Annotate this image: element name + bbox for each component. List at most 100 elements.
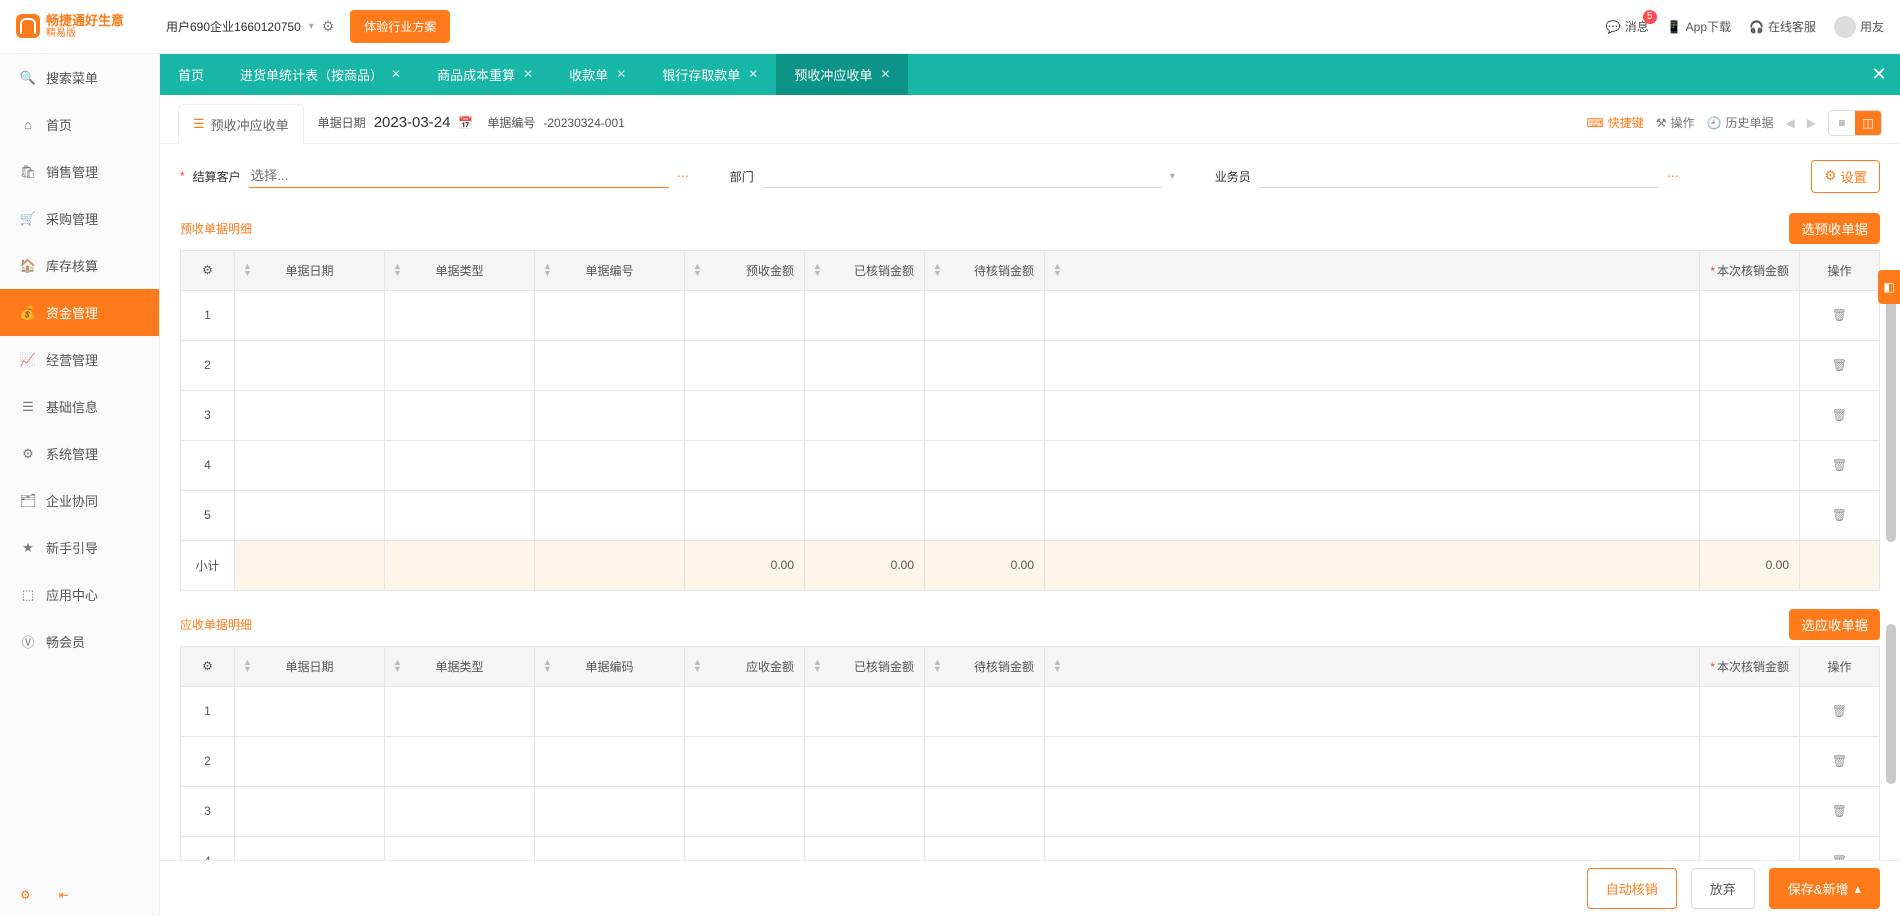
scrollbar-thumb[interactable] (1886, 624, 1896, 784)
table-row[interactable]: 3🗑 (181, 390, 1880, 440)
next-doc[interactable]: ▶ (1807, 116, 1816, 130)
close-icon[interactable]: ✕ (880, 67, 890, 81)
org-name: 用户690企业1660120750 (166, 18, 301, 35)
messages-link[interactable]: 💬 消息 5 (1606, 18, 1649, 35)
col-date[interactable]: ▲▼单据日期 (235, 646, 385, 686)
close-all-tabs[interactable]: ✕ (1858, 54, 1900, 95)
gear-icon[interactable]: ⚙ (322, 18, 335, 35)
col-verified-amt[interactable]: ▲▼已核销金额 (805, 250, 925, 290)
trash-icon[interactable]: 🗑 (1832, 308, 1847, 322)
col-type[interactable]: ▲▼单据类型 (385, 250, 535, 290)
sidebar-item-operation[interactable]: 📈经营管理 (0, 336, 159, 383)
col-this-amt[interactable]: 本次核销金额 (1700, 250, 1800, 290)
col-prepay-amt[interactable]: ▲▼预收金额 (685, 250, 805, 290)
discard-button[interactable]: 放弃 (1691, 868, 1755, 909)
tab-cost-recalc[interactable]: 商品成本重算✕ (419, 54, 551, 95)
dept-input[interactable] (762, 164, 1162, 188)
trash-icon[interactable]: 🗑 (1832, 458, 1847, 472)
sidebar-item-basicinfo[interactable]: ☰基础信息 (0, 383, 159, 430)
operate-link[interactable]: ⚒操作 (1656, 114, 1695, 131)
sidebar-item-appcenter[interactable]: ⬚应用中心 (0, 571, 159, 618)
trash-icon[interactable]: 🗑 (1832, 408, 1847, 422)
close-icon[interactable]: ✕ (391, 67, 401, 81)
sidebar-item-inventory[interactable]: 🏠库存核算 (0, 242, 159, 289)
auto-verify-button[interactable]: 自动核销 (1587, 868, 1677, 909)
scrollbar-thumb[interactable] (1886, 292, 1896, 542)
tab-home[interactable]: 首页 (160, 54, 222, 95)
table-row[interactable]: 1🗑 (181, 290, 1880, 340)
trash-icon[interactable]: 🗑 (1832, 754, 1847, 768)
settings-button[interactable]: ⚙设置 (1811, 160, 1880, 193)
chevron-down-icon[interactable]: ▾ (1170, 171, 1175, 182)
select-receivable-button[interactable]: 选应收单据 (1789, 609, 1880, 640)
col-pending-amt[interactable]: ▲▼待核销金额 (925, 646, 1045, 686)
view-toggle[interactable]: ≡ ◫ (1828, 110, 1882, 136)
close-icon[interactable]: ✕ (523, 67, 533, 81)
calendar-icon[interactable]: 📅 (458, 116, 473, 130)
float-side-tab[interactable]: ◧ (1878, 270, 1900, 304)
close-icon[interactable]: ✕ (616, 67, 626, 81)
table-row[interactable]: 4🗑 (181, 440, 1880, 490)
user-menu[interactable]: 用友 (1834, 16, 1884, 38)
headset-icon: 🎧 (1749, 20, 1764, 34)
sidebar-item-member[interactable]: Ⓥ畅会员 (0, 618, 159, 665)
sidebar-item-sales[interactable]: 🛍销售管理 (0, 148, 159, 195)
select-prepay-button[interactable]: 选预收单据 (1789, 213, 1880, 244)
tab-purchase-report[interactable]: 进货单统计表（按商品）✕ (222, 54, 419, 95)
col-date[interactable]: ▲▼单据日期 (235, 250, 385, 290)
table-row[interactable]: 3🗑 (181, 786, 1880, 836)
history-link[interactable]: 🕘历史单据 (1707, 114, 1774, 131)
settings-icon[interactable]: ⚙ (20, 888, 31, 902)
view-list-icon[interactable]: ≡ (1829, 111, 1855, 135)
table-row[interactable]: 2🗑 (181, 340, 1880, 390)
save-new-button[interactable]: 保存&新增▴ (1769, 868, 1880, 909)
customer-input[interactable] (249, 164, 669, 188)
support-link[interactable]: 🎧 在线客服 (1749, 18, 1816, 35)
sidebar-item-home[interactable]: ⌂首页 (0, 101, 159, 148)
sidebar-footer: ⚙ ⇤ (0, 874, 159, 916)
view-form-icon[interactable]: ◫ (1855, 111, 1881, 135)
col-verified-amt[interactable]: ▲▼已核销金额 (805, 646, 925, 686)
col-settings[interactable]: ⚙ (181, 646, 235, 686)
trash-icon[interactable]: 🗑 (1832, 704, 1847, 718)
sidebar-item-finance[interactable]: 💰资金管理 (0, 289, 159, 336)
doc-date[interactable]: 单据日期 2023-03-24 📅 (318, 114, 474, 131)
col-pending-amt[interactable]: ▲▼待核销金额 (925, 250, 1045, 290)
col-blank: ▲▼ (1045, 250, 1700, 290)
sidebar-item-system[interactable]: ⚙系统管理 (0, 430, 159, 477)
col-settings[interactable]: ⚙ (181, 250, 235, 290)
trash-icon[interactable]: 🗑 (1832, 358, 1847, 372)
main: 首页 进货单统计表（按商品）✕ 商品成本重算✕ 收款单✕ 银行存取款单✕ 预收冲… (160, 54, 1900, 916)
staff-input[interactable] (1259, 164, 1659, 188)
sidebar-item-guide[interactable]: ★新手引导 (0, 524, 159, 571)
shortcut-link[interactable]: ⌨快捷键 (1586, 114, 1643, 131)
col-receivable-amt[interactable]: ▲▼应收金额 (685, 646, 805, 686)
trial-button[interactable]: 体验行业方案 (350, 10, 450, 43)
table-row[interactable]: 1🗑 (181, 686, 1880, 736)
tab-prepay-offset[interactable]: 预收冲应收单✕ (776, 54, 908, 95)
collapse-icon[interactable]: ⇤ (59, 888, 69, 902)
app-download-link[interactable]: 📱 App下载 (1667, 18, 1731, 35)
sidebar-item-label: 企业协同 (46, 491, 98, 510)
col-no[interactable]: ▲▼单据编号 (535, 250, 685, 290)
col-no[interactable]: ▲▼单据编码 (535, 646, 685, 686)
more-icon[interactable]: ⋯ (677, 169, 690, 183)
table-row[interactable]: 2🗑 (181, 736, 1880, 786)
tab-bank[interactable]: 银行存取款单✕ (644, 54, 776, 95)
tab-receipt[interactable]: 收款单✕ (551, 54, 644, 95)
org-selector[interactable]: 用户690企业1660120750 ▾ (166, 18, 314, 35)
trash-icon[interactable]: 🗑 (1832, 508, 1847, 522)
sidebar-item-collab[interactable]: 🗂企业协同 (0, 477, 159, 524)
date-label: 单据日期 (318, 114, 366, 131)
col-type[interactable]: ▲▼单据类型 (385, 646, 535, 686)
prev-doc[interactable]: ◀ (1786, 116, 1795, 130)
close-icon[interactable]: ✕ (748, 67, 758, 81)
table-row[interactable]: 5🗑 (181, 490, 1880, 540)
sidebar-item-purchase[interactable]: 🛒采购管理 (0, 195, 159, 242)
customer-label: 结算客户 (193, 168, 241, 185)
more-icon[interactable]: ⋯ (1667, 169, 1680, 183)
doc-header: ☰ 预收冲应收单 单据日期 2023-03-24 📅 单据编号 -2023032… (160, 95, 1900, 144)
sidebar-item-search[interactable]: 🔍搜索菜单 (0, 54, 159, 101)
col-this-amt[interactable]: 本次核销金额 (1700, 646, 1800, 686)
trash-icon[interactable]: 🗑 (1832, 804, 1847, 818)
